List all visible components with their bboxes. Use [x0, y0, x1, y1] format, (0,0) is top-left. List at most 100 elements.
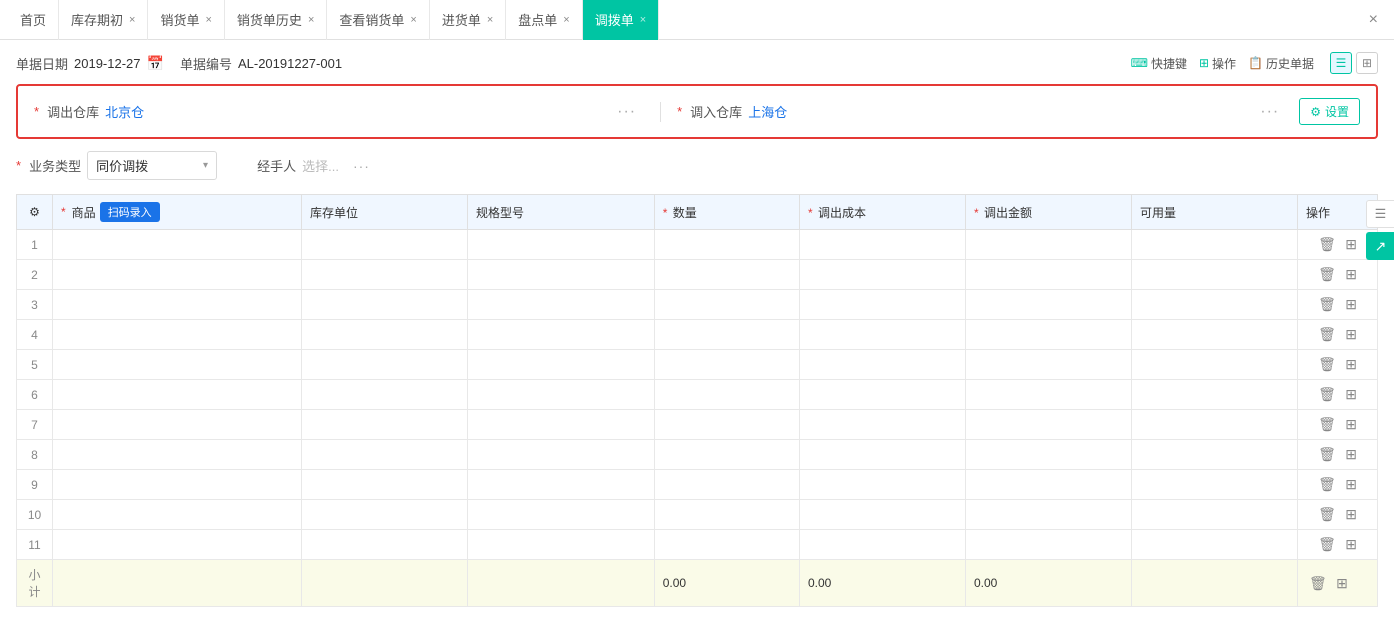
cell-unit[interactable] — [302, 290, 468, 320]
copy-row-icon[interactable]: ⊞ — [1342, 536, 1360, 553]
cell-product[interactable] — [53, 530, 302, 560]
cell-amount[interactable] — [966, 290, 1132, 320]
copy-row-icon[interactable]: ⊞ — [1342, 296, 1360, 313]
cell-product[interactable] — [53, 500, 302, 530]
cell-spec[interactable] — [468, 260, 655, 290]
cell-qty[interactable] — [654, 380, 799, 410]
cell-product[interactable] — [53, 230, 302, 260]
cell-cost[interactable] — [800, 230, 966, 260]
copy-row-icon[interactable]: ⊞ — [1342, 506, 1360, 523]
copy-row-icon[interactable]: ⊞ — [1342, 446, 1360, 463]
cell-spec[interactable] — [468, 230, 655, 260]
cell-product[interactable] — [53, 350, 302, 380]
cell-qty[interactable] — [654, 470, 799, 500]
cell-qty[interactable] — [654, 410, 799, 440]
cell-unit[interactable] — [302, 380, 468, 410]
transfer-in-more-button[interactable]: ··· — [1252, 103, 1287, 121]
cell-amount[interactable] — [966, 230, 1132, 260]
history-action[interactable]: 📋 历史单据 — [1248, 55, 1314, 72]
cell-qty[interactable] — [654, 530, 799, 560]
subtotal-copy-icon[interactable]: ⊞ — [1333, 575, 1351, 592]
panel-list-button[interactable]: ☰ — [1366, 200, 1394, 228]
scan-button[interactable]: 扫码录入 — [100, 202, 160, 222]
cell-unit[interactable] — [302, 500, 468, 530]
cell-qty[interactable] — [654, 290, 799, 320]
calendar-icon[interactable]: 📅 — [147, 55, 164, 72]
tab-close-icon[interactable]: × — [205, 14, 211, 26]
settings-button[interactable]: ⚙ 设置 — [1299, 98, 1360, 125]
delete-row-icon[interactable]: 🗑 — [1315, 356, 1339, 373]
window-close-button[interactable]: × — [1361, 11, 1386, 29]
tab-purchase-order[interactable]: 进货单 × — [430, 0, 506, 40]
cell-spec[interactable] — [468, 350, 655, 380]
tab-home[interactable]: 首页 — [8, 0, 59, 40]
cell-cost[interactable] — [800, 350, 966, 380]
cell-unit[interactable] — [302, 410, 468, 440]
cell-product[interactable] — [53, 440, 302, 470]
transfer-in-value[interactable]: 上海仓 — [748, 102, 787, 121]
transfer-out-value[interactable]: 北京仓 — [105, 102, 144, 121]
cell-product[interactable] — [53, 380, 302, 410]
subtotal-delete-icon[interactable]: 🗑 — [1306, 575, 1330, 592]
col-header-settings[interactable]: ⚙ — [17, 195, 53, 230]
cell-qty[interactable] — [654, 350, 799, 380]
copy-row-icon[interactable]: ⊞ — [1342, 326, 1360, 343]
cell-qty[interactable] — [654, 230, 799, 260]
delete-row-icon[interactable]: 🗑 — [1315, 416, 1339, 433]
tab-close-icon[interactable]: × — [563, 14, 569, 26]
cell-spec[interactable] — [468, 320, 655, 350]
cell-spec[interactable] — [468, 530, 655, 560]
delete-row-icon[interactable]: 🗑 — [1315, 536, 1339, 553]
tab-inventory-count[interactable]: 盘点单 × — [506, 0, 582, 40]
operate-action[interactable]: ⊞ 操作 — [1199, 55, 1236, 72]
cell-unit[interactable] — [302, 230, 468, 260]
cell-qty[interactable] — [654, 320, 799, 350]
cell-cost[interactable] — [800, 440, 966, 470]
cell-product[interactable] — [53, 290, 302, 320]
delete-row-icon[interactable]: 🗑 — [1315, 386, 1339, 403]
cell-product[interactable] — [53, 470, 302, 500]
delete-row-icon[interactable]: 🗑 — [1315, 236, 1339, 253]
delete-row-icon[interactable]: 🗑 — [1315, 476, 1339, 493]
cell-amount[interactable] — [966, 260, 1132, 290]
cell-cost[interactable] — [800, 410, 966, 440]
cell-amount[interactable] — [966, 350, 1132, 380]
copy-row-icon[interactable]: ⊞ — [1342, 236, 1360, 253]
cell-unit[interactable] — [302, 440, 468, 470]
cell-cost[interactable] — [800, 530, 966, 560]
cell-spec[interactable] — [468, 410, 655, 440]
tab-close-icon[interactable]: × — [640, 14, 646, 26]
cell-product[interactable] — [53, 260, 302, 290]
business-type-select[interactable]: 同价调拨 ▾ — [87, 151, 217, 180]
cell-spec[interactable] — [468, 290, 655, 320]
transfer-out-more-button[interactable]: ··· — [609, 103, 644, 121]
cell-qty[interactable] — [654, 440, 799, 470]
handler-select[interactable]: 选择... — [302, 156, 339, 175]
tab-close-icon[interactable]: × — [308, 14, 314, 26]
delete-row-icon[interactable]: 🗑 — [1315, 296, 1339, 313]
delete-row-icon[interactable]: 🗑 — [1315, 266, 1339, 283]
tab-inventory-init[interactable]: 库存期初 × — [59, 0, 148, 40]
tab-close-icon[interactable]: × — [129, 14, 135, 26]
tab-sales-history[interactable]: 销货单历史 × — [225, 0, 327, 40]
copy-row-icon[interactable]: ⊞ — [1342, 476, 1360, 493]
cell-amount[interactable] — [966, 410, 1132, 440]
cell-amount[interactable] — [966, 500, 1132, 530]
delete-row-icon[interactable]: 🗑 — [1315, 506, 1339, 523]
cell-cost[interactable] — [800, 320, 966, 350]
cell-unit[interactable] — [302, 260, 468, 290]
cell-amount[interactable] — [966, 320, 1132, 350]
cell-unit[interactable] — [302, 350, 468, 380]
shortcut-action[interactable]: ⌨ 快捷键 — [1131, 55, 1187, 72]
cell-unit[interactable] — [302, 530, 468, 560]
layout-grid-button[interactable]: ⊞ — [1356, 52, 1378, 74]
cell-product[interactable] — [53, 410, 302, 440]
tab-view-sales[interactable]: 查看销货单 × — [327, 0, 429, 40]
cell-spec[interactable] — [468, 470, 655, 500]
delete-row-icon[interactable]: 🗑 — [1315, 446, 1339, 463]
cell-cost[interactable] — [800, 260, 966, 290]
copy-row-icon[interactable]: ⊞ — [1342, 266, 1360, 283]
cell-unit[interactable] — [302, 320, 468, 350]
panel-export-button[interactable]: ↗ — [1366, 232, 1394, 260]
cell-cost[interactable] — [800, 500, 966, 530]
